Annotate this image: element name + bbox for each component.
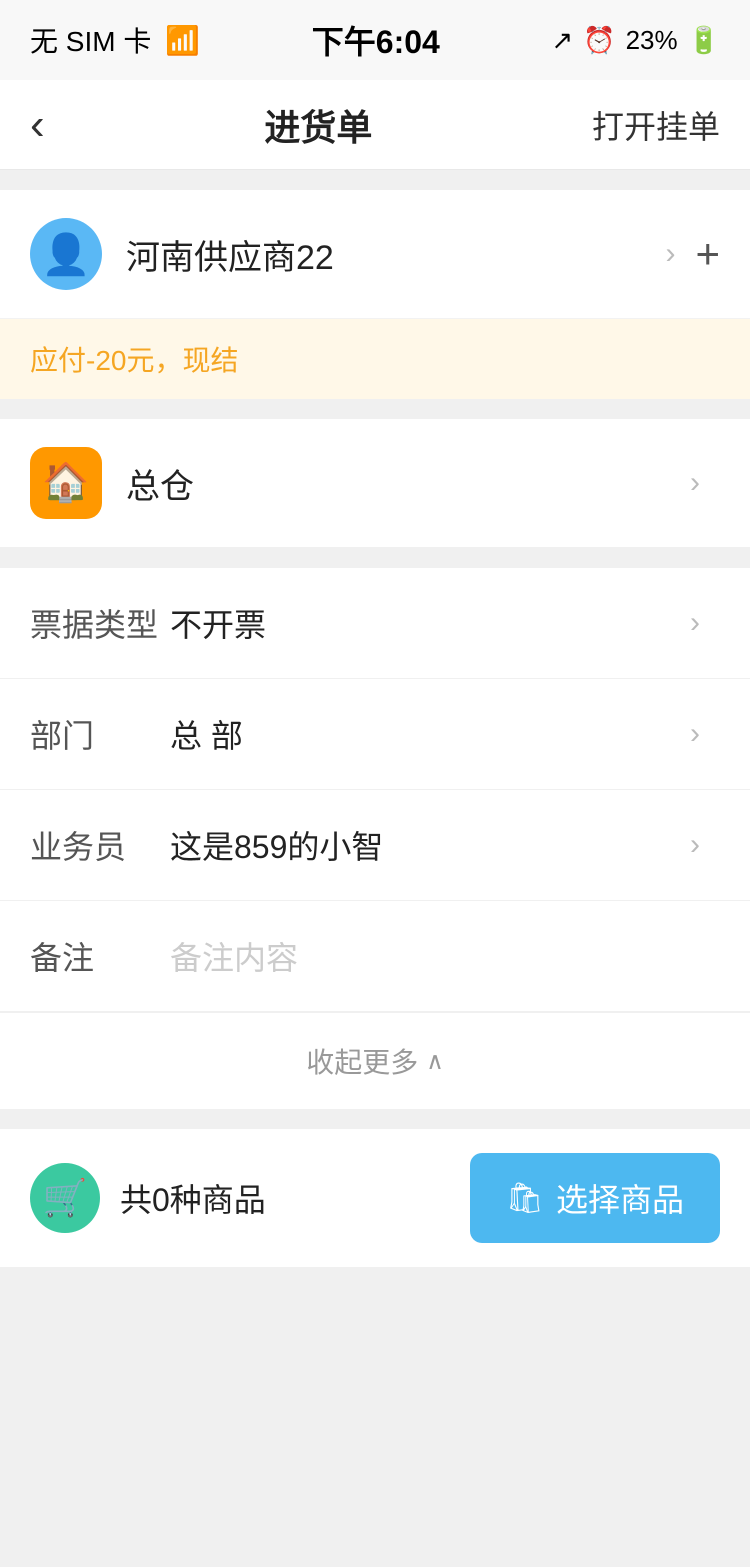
alarm-icon: ⏰	[583, 25, 615, 56]
warehouse-name: 总仓	[126, 459, 690, 508]
section-gap-2	[0, 399, 750, 419]
status-bar: 无 SIM 卡 📶 下午6:04 ↗ ⏰ 23% 🔋	[0, 0, 750, 80]
page-background	[0, 1267, 750, 1567]
department-label: 部门	[30, 711, 170, 757]
status-left: 无 SIM 卡 📶	[30, 20, 200, 60]
department-value: 总 部	[170, 711, 690, 757]
add-supplier-button[interactable]: +	[695, 233, 720, 275]
salesman-chevron-icon: ›	[690, 828, 700, 862]
collapse-row[interactable]: 收起更多 ∧	[0, 1012, 750, 1109]
bottom-bar: 🛒 共0种商品 🛍 选择商品	[0, 1129, 750, 1267]
status-right: ↗ ⏰ 23% 🔋	[551, 25, 720, 56]
form-section: 票据类型 不开票 › 部门 总 部 › 业务员 这是859的小智 › 备注 备注…	[0, 568, 750, 1109]
remark-label: 备注	[30, 933, 170, 979]
salesman-label: 业务员	[30, 822, 170, 868]
select-product-icon: 🛍	[506, 1181, 544, 1216]
supplier-avatar-icon: 👤	[41, 231, 91, 278]
remark-placeholder: 备注内容	[170, 933, 720, 979]
section-gap-4	[0, 1109, 750, 1129]
collapse-text: 收起更多 ∧	[306, 1041, 444, 1081]
select-product-button[interactable]: 🛍 选择商品	[470, 1153, 720, 1243]
ticket-type-chevron-icon: ›	[690, 606, 700, 640]
salesman-value: 这是859的小智	[170, 822, 690, 868]
warehouse-chevron-icon: ›	[690, 466, 700, 500]
avatar: 👤	[30, 218, 102, 290]
salesman-row[interactable]: 业务员 这是859的小智 ›	[0, 790, 750, 901]
select-product-label: 选择商品	[556, 1175, 684, 1221]
remark-row[interactable]: 备注 备注内容	[0, 901, 750, 1012]
ticket-type-value: 不开票	[170, 600, 690, 646]
nav-bar: ‹ 进货单 打开挂单	[0, 80, 750, 170]
time-display: 下午6:04	[312, 17, 440, 63]
collapse-arrow-icon: ∧	[426, 1047, 444, 1076]
ticket-type-label: 票据类型	[30, 600, 170, 646]
supplier-section: 👤 河南供应商22 › + 应付-20元，现结	[0, 190, 750, 399]
department-row[interactable]: 部门 总 部 ›	[0, 679, 750, 790]
ticket-type-row[interactable]: 票据类型 不开票 ›	[0, 568, 750, 679]
notice-bar: 应付-20元，现结	[0, 319, 750, 399]
warehouse-icon-wrap: 🏠	[30, 447, 102, 519]
carrier-text: 无 SIM 卡	[30, 20, 151, 60]
section-gap-1	[0, 170, 750, 190]
product-icon: 🛒	[43, 1177, 88, 1219]
page-title: 进货单	[264, 99, 372, 151]
notice-text: 应付-20元，现结	[30, 345, 238, 376]
supplier-row[interactable]: 👤 河南供应商22 › +	[0, 190, 750, 319]
warehouse-icon: 🏠	[42, 461, 89, 505]
location-icon: ↗	[551, 25, 573, 56]
battery-icon: 🔋	[688, 25, 720, 56]
open-pending-button[interactable]: 打开挂单	[592, 102, 720, 148]
department-chevron-icon: ›	[690, 717, 700, 751]
wifi-icon: 📶	[165, 24, 200, 57]
supplier-name: 河南供应商22	[126, 230, 665, 279]
product-icon-wrap: 🛒	[30, 1163, 100, 1233]
product-count: 共0种商品	[120, 1175, 470, 1221]
warehouse-row[interactable]: 🏠 总仓 ›	[0, 419, 750, 548]
supplier-chevron-icon: ›	[665, 237, 675, 271]
collapse-label: 收起更多	[306, 1041, 418, 1081]
back-button[interactable]: ‹	[30, 103, 45, 147]
battery-text: 23%	[626, 25, 678, 56]
section-gap-3	[0, 548, 750, 568]
